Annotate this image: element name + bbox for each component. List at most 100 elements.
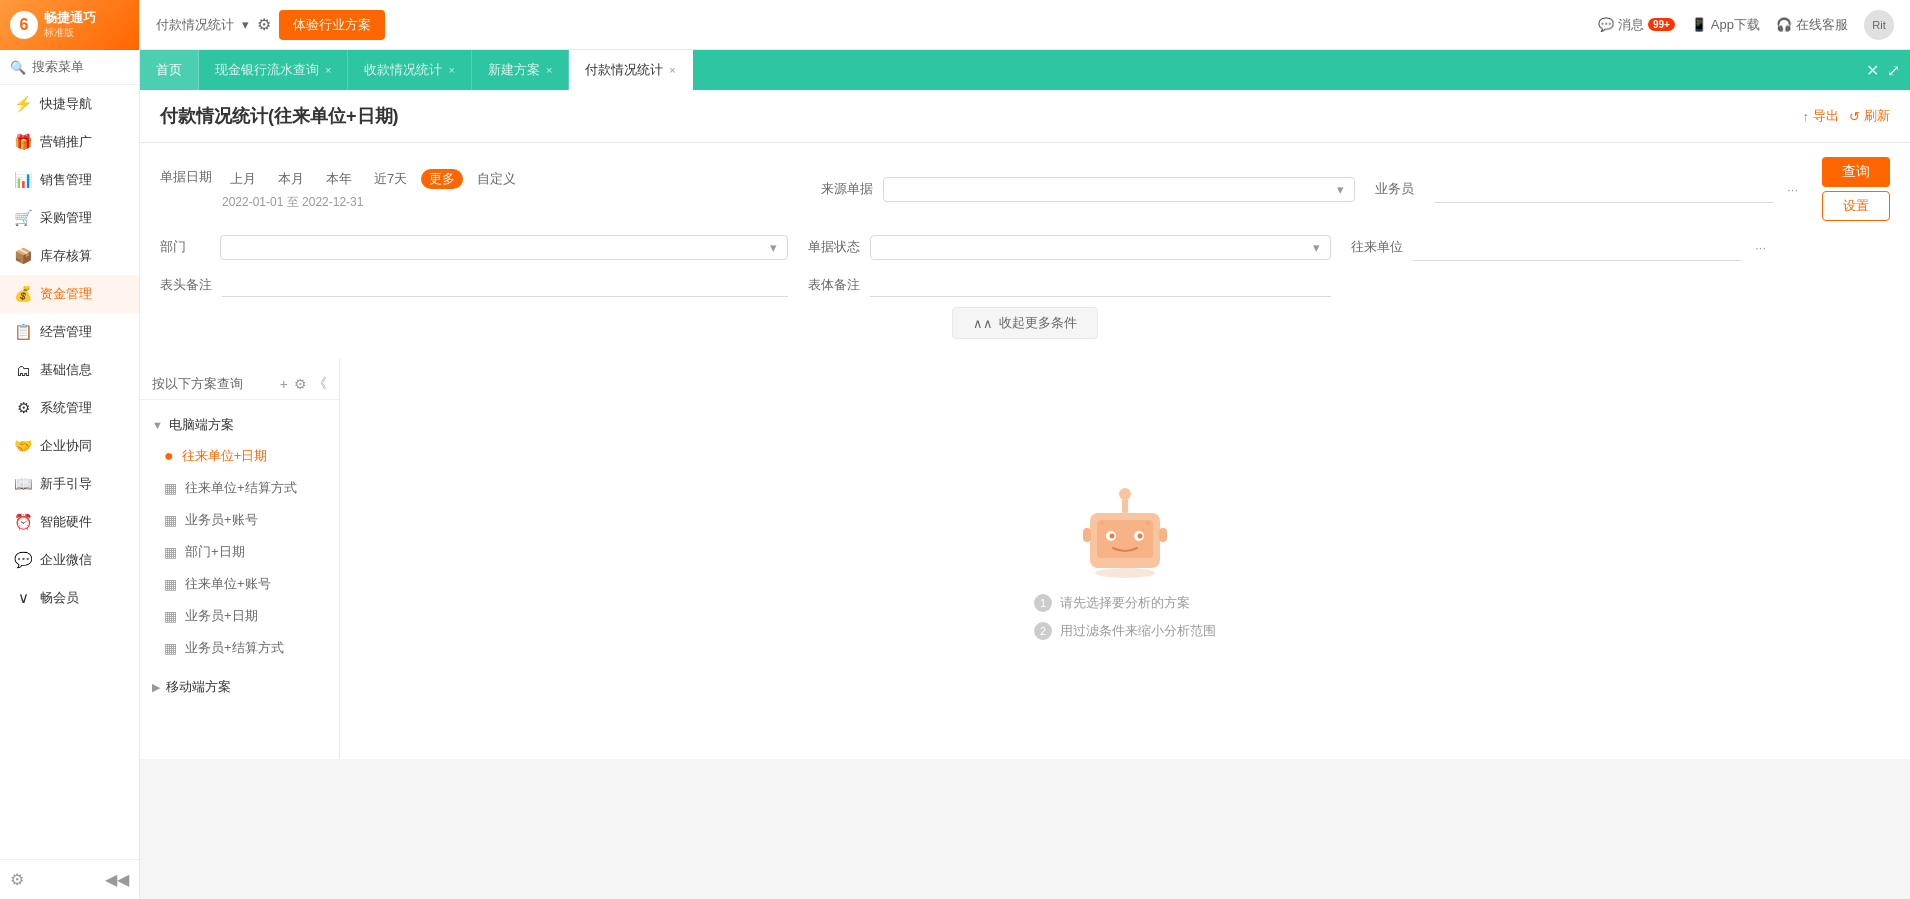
scheme-item-salesman-date[interactable]: ▦ 业务员+日期 <box>140 600 339 632</box>
partner-dots-icon[interactable]: ··· <box>1751 240 1770 255</box>
content-layout: 按以下方案查询 + ⚙ 《 ▼ 电脑端方案 ● 往来单位+日期 <box>140 359 1910 759</box>
scheme-active-icon: ● <box>164 447 174 465</box>
add-scheme-icon[interactable]: + <box>280 376 288 392</box>
logo-name: 畅捷通巧 <box>44 10 96 26</box>
body-note-label: 表体备注 <box>808 276 860 294</box>
search-menu[interactable]: 🔍 搜索菜单 <box>0 50 139 85</box>
header-note-label: 表头备注 <box>160 276 212 294</box>
refresh-button[interactable]: ↺ 刷新 <box>1849 107 1890 125</box>
hint-text-1: 请先选择要分析的方案 <box>1060 594 1190 612</box>
mobile-section-header[interactable]: ▶ 移动端方案 <box>140 672 339 702</box>
export-button[interactable]: ↑ 导出 <box>1803 107 1840 125</box>
body-note-input[interactable] <box>870 273 1331 297</box>
avatar-text: Rit <box>1872 19 1885 31</box>
scheme-item-dept-date[interactable]: ▦ 部门+日期 <box>140 536 339 568</box>
robot-svg <box>1065 478 1185 578</box>
scheme-item-partner-account[interactable]: ▦ 往来单位+账号 <box>140 568 339 600</box>
scheme-item-salesman-settle[interactable]: ▦ 业务员+结算方式 <box>140 632 339 664</box>
doc-status-select[interactable]: ▾ <box>870 235 1331 260</box>
dept-select[interactable]: ▾ <box>220 235 788 260</box>
sidebar-item-fund[interactable]: 💰 资金管理 <box>0 275 139 313</box>
scheme-item-partner-settle[interactable]: ▦ 往来单位+结算方式 <box>140 472 339 504</box>
sidebar-item-guide[interactable]: 📖 新手引导 <box>0 465 139 503</box>
app-download-button[interactable]: 📱 App下载 <box>1691 16 1760 34</box>
collapse-sidebar-icon[interactable]: ◀◀ <box>105 870 129 889</box>
sidebar-item-label: 智能硬件 <box>40 513 92 531</box>
sidebar-item-hardware[interactable]: ⏰ 智能硬件 <box>0 503 139 541</box>
sidebar-item-basic[interactable]: 🗂 基础信息 <box>0 351 139 389</box>
last-month-option[interactable]: 上月 <box>222 168 264 190</box>
tab-bank-flow[interactable]: 现金银行流水查询 × <box>199 50 348 90</box>
collapse-panel-icon[interactable]: 《 <box>313 375 327 393</box>
header-note-input[interactable] <box>222 273 788 297</box>
last-7days-option[interactable]: 近7天 <box>366 168 415 190</box>
expand-icon[interactable]: ⤢ <box>1887 61 1900 80</box>
tab-close-icon[interactable]: × <box>325 64 331 76</box>
svg-point-5 <box>1110 534 1115 539</box>
query-button[interactable]: 查询 <box>1822 157 1890 187</box>
tab-collection[interactable]: 收款情况统计 × <box>348 50 471 90</box>
tab-label: 付款情况统计 <box>585 61 663 79</box>
sidebar-item-member[interactable]: ∨ 畅会员 <box>0 579 139 617</box>
member-icon: ∨ <box>14 589 32 607</box>
scheme-item-partner-date[interactable]: ● 往来单位+日期 <box>140 440 339 472</box>
marketing-icon: 🎁 <box>14 133 32 151</box>
salesman-dots-icon[interactable]: ··· <box>1783 182 1802 197</box>
desktop-section-label: 电脑端方案 <box>169 416 234 434</box>
sidebar-item-enterprise[interactable]: 🤝 企业协同 <box>0 427 139 465</box>
app-download-label: App下载 <box>1711 16 1760 34</box>
topbar-settings-icon[interactable]: ⚙ <box>257 15 271 34</box>
date-range-display: 2022-01-01 至 2022-12-31 <box>222 194 524 211</box>
scheme-item-salesman-account[interactable]: ▦ 业务员+账号 <box>140 504 339 536</box>
logo-icon: 6 <box>10 11 38 39</box>
sidebar-item-quick-nav[interactable]: ⚡ 快捷导航 <box>0 85 139 123</box>
settings-footer-icon[interactable]: ⚙ <box>10 870 24 889</box>
tab-close-icon[interactable]: × <box>448 64 454 76</box>
purchase-icon: 🛒 <box>14 209 32 227</box>
sidebar-item-marketing[interactable]: 🎁 营销推广 <box>0 123 139 161</box>
sidebar-item-system[interactable]: ⚙ 系统管理 <box>0 389 139 427</box>
dept-label: 部门 <box>160 238 210 256</box>
collapse-icon: ∧∧ <box>973 316 993 331</box>
user-avatar[interactable]: Rit <box>1864 10 1894 40</box>
scheme-settings-icon[interactable]: ⚙ <box>294 376 307 392</box>
sidebar-item-operation[interactable]: 📋 经营管理 <box>0 313 139 351</box>
source-select[interactable]: ▾ <box>883 177 1355 202</box>
sidebar-item-purchase[interactable]: 🛒 采购管理 <box>0 199 139 237</box>
scheme-item-label: 业务员+日期 <box>185 607 258 625</box>
enterprise-icon: 🤝 <box>14 437 32 455</box>
custom-option[interactable]: 自定义 <box>469 168 524 190</box>
sidebar-nav: ⚡ 快捷导航 🎁 营销推广 📊 销售管理 🛒 采购管理 📦 库存核算 💰 资金管… <box>0 85 139 859</box>
trial-button[interactable]: 体验行业方案 <box>279 10 385 40</box>
service-button[interactable]: 🎧 在线客服 <box>1776 16 1848 34</box>
scheme-item-label: 业务员+账号 <box>185 511 258 529</box>
settings-button[interactable]: 设置 <box>1822 191 1890 221</box>
date-options: 上月 本月 本年 近7天 更多 自定义 <box>222 168 524 190</box>
sidebar-item-label: 销售管理 <box>40 171 92 189</box>
sidebar-item-wechat[interactable]: 💬 企业微信 <box>0 541 139 579</box>
this-month-option[interactable]: 本月 <box>270 168 312 190</box>
svg-rect-2 <box>1097 520 1153 558</box>
tab-close-icon[interactable]: × <box>669 64 675 76</box>
tab-new-scheme[interactable]: 新建方案 × <box>472 50 569 90</box>
desktop-section-header[interactable]: ▼ 电脑端方案 <box>140 410 339 440</box>
sidebar-item-sales[interactable]: 📊 销售管理 <box>0 161 139 199</box>
fund-icon: 💰 <box>14 285 32 303</box>
message-button[interactable]: 💬 消息 99+ <box>1598 16 1675 34</box>
svg-rect-7 <box>1122 498 1128 514</box>
topbar-dropdown-icon[interactable]: ▾ <box>242 17 249 32</box>
message-label: 消息 <box>1618 16 1644 34</box>
tab-home[interactable]: 首页 <box>140 50 199 90</box>
close-all-icon[interactable]: ✕ <box>1866 61 1879 80</box>
hint-num-1: 1 <box>1034 594 1052 612</box>
more-option[interactable]: 更多 <box>421 169 463 189</box>
tab-close-icon[interactable]: × <box>546 64 552 76</box>
tab-payment[interactable]: 付款情况统计 × <box>569 50 692 90</box>
collapse-button[interactable]: ∧∧ 收起更多条件 <box>952 307 1098 339</box>
sidebar-item-inventory[interactable]: 📦 库存核算 <box>0 237 139 275</box>
date-label: 单据日期 <box>160 168 212 186</box>
export-label: 导出 <box>1813 107 1839 125</box>
scheme-icon: ▦ <box>164 640 177 656</box>
mobile-scheme-section: ▶ 移动端方案 <box>140 668 339 706</box>
this-year-option[interactable]: 本年 <box>318 168 360 190</box>
